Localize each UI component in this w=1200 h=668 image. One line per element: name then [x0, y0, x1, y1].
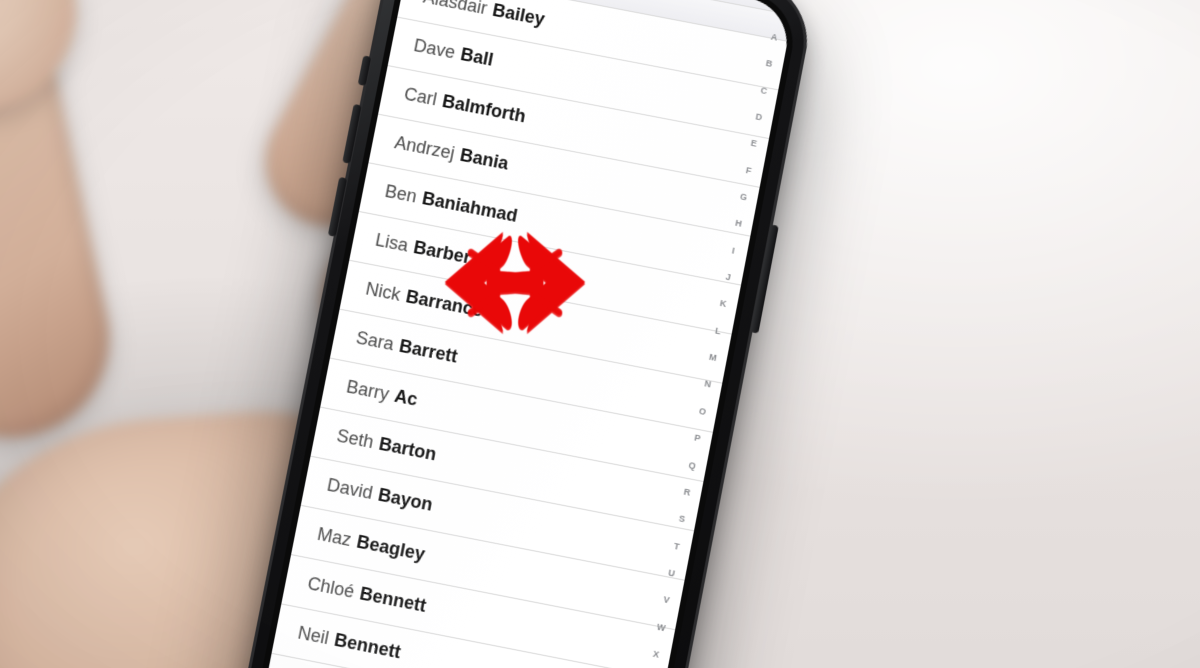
- index-letter[interactable]: A: [770, 33, 778, 43]
- index-letter[interactable]: T: [673, 541, 680, 551]
- index-letter[interactable]: J: [725, 273, 732, 283]
- contact-first-name: Ben: [383, 181, 418, 207]
- index-letter[interactable]: Q: [688, 460, 697, 470]
- photo-scene: A B Alasdair Bailey Dave Ball: [0, 0, 1200, 668]
- contact-first-name: Andrzej: [393, 132, 457, 164]
- contact-first-name: Maz: [316, 524, 353, 551]
- index-letter[interactable]: H: [734, 219, 742, 229]
- contact-last-name: Barton: [377, 434, 438, 466]
- index-letter[interactable]: W: [656, 622, 666, 633]
- index-letter[interactable]: O: [698, 407, 707, 417]
- index-letter[interactable]: S: [678, 514, 686, 524]
- contact-first-name: Barry: [345, 376, 391, 405]
- index-letter[interactable]: X: [652, 650, 660, 660]
- contact-last-name: Bennett: [358, 583, 428, 617]
- index-letter[interactable]: F: [745, 166, 752, 176]
- index-letter[interactable]: B: [765, 59, 773, 69]
- contact-last-name: Bania: [458, 145, 510, 175]
- contact-first-name: Chloé: [306, 573, 356, 603]
- index-letter[interactable]: G: [739, 192, 748, 202]
- index-letter[interactable]: C: [760, 86, 768, 96]
- index-letter[interactable]: M: [708, 353, 717, 363]
- contact-last-name: Beagley: [355, 531, 427, 565]
- contact-first-name: Seth: [335, 425, 375, 453]
- contact-last-name: Ball: [459, 44, 495, 71]
- index-letter[interactable]: P: [693, 434, 701, 444]
- contact-last-name: Ac: [393, 386, 420, 411]
- contact-first-name: Dave: [412, 35, 457, 63]
- contact-last-name: Balmforth: [440, 91, 527, 127]
- index-letter[interactable]: N: [703, 380, 711, 390]
- contact-first-name: Neil: [296, 622, 331, 649]
- index-letter[interactable]: V: [662, 595, 670, 605]
- index-letter[interactable]: E: [750, 139, 758, 149]
- index-letter[interactable]: D: [755, 112, 763, 122]
- contact-last-name: Bayon: [376, 485, 434, 516]
- index-letter[interactable]: U: [667, 568, 675, 578]
- index-letter[interactable]: K: [719, 299, 727, 309]
- swipe-annotation-icon: [375, 212, 655, 352]
- contact-last-name: Bennett: [332, 630, 402, 664]
- contact-last-name: Bailey: [491, 0, 547, 30]
- index-letter[interactable]: R: [683, 487, 691, 497]
- index-letter[interactable]: L: [714, 326, 721, 336]
- contact-first-name: Carl: [402, 84, 438, 111]
- contact-first-name: Alasdair: [421, 0, 488, 19]
- index-letter[interactable]: I: [731, 246, 735, 255]
- contact-first-name: David: [325, 475, 374, 504]
